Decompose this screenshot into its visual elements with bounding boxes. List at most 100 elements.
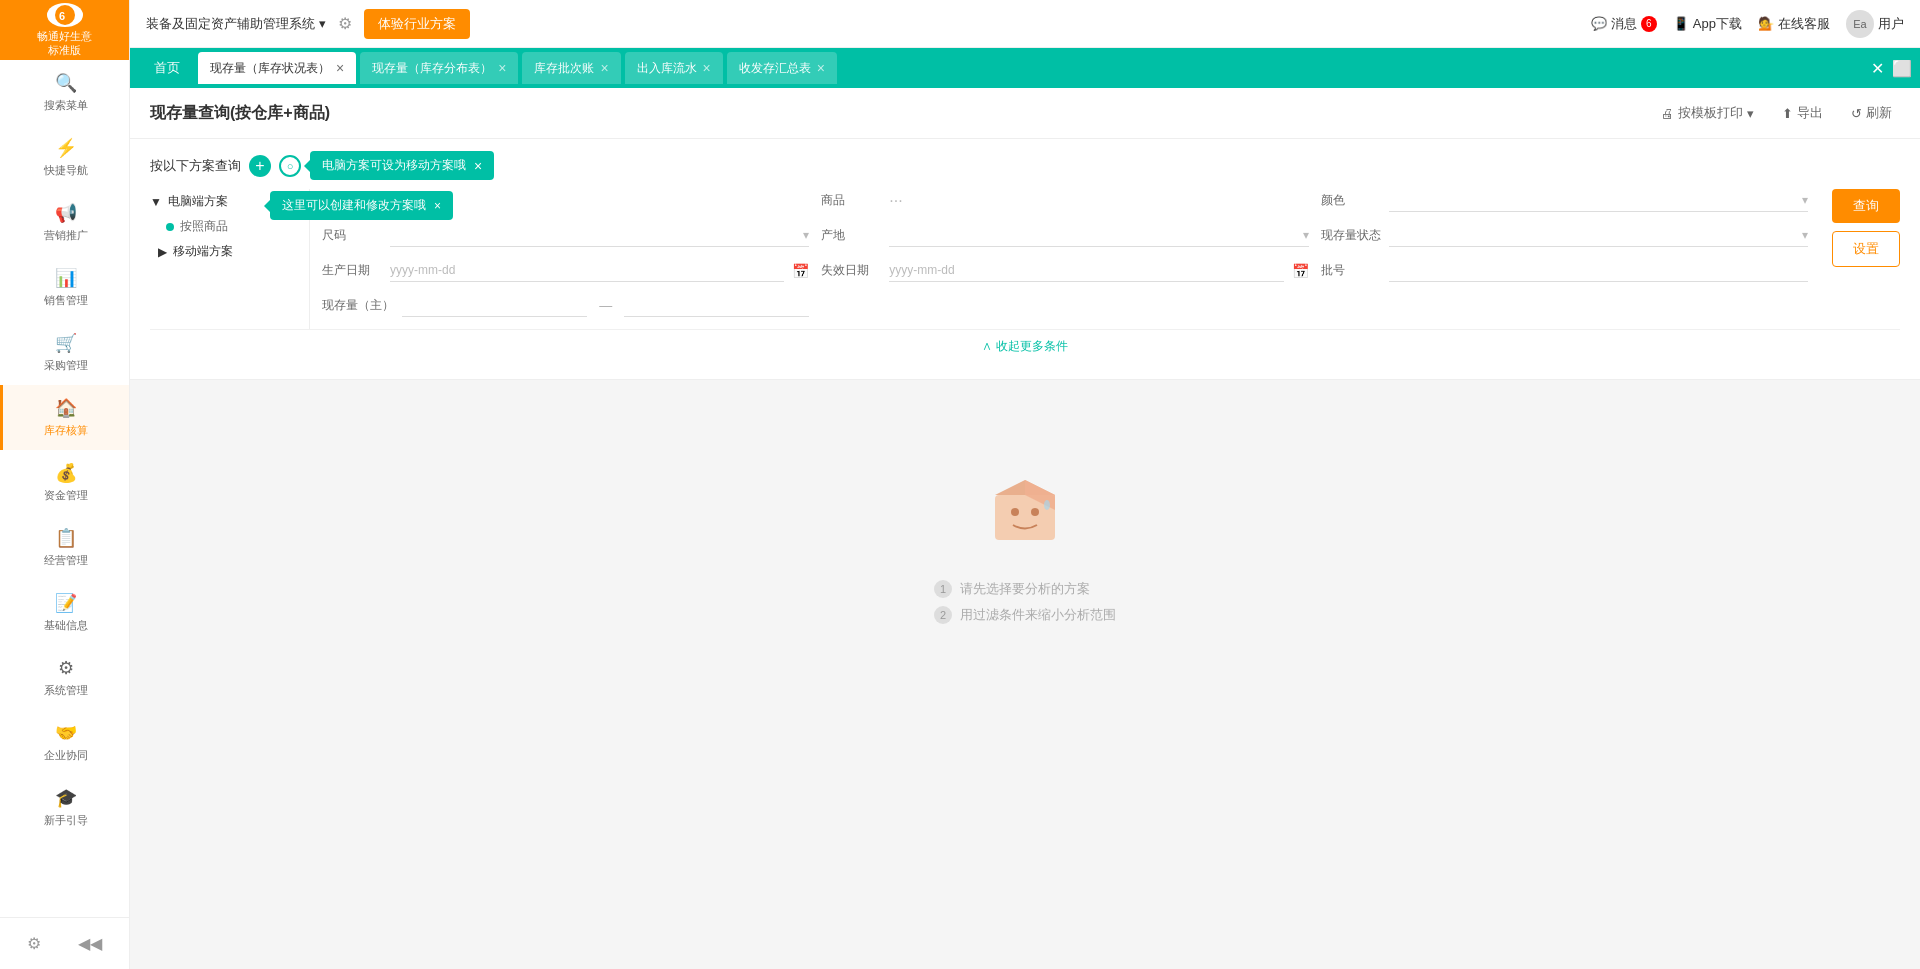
sales-icon: 📊 — [55, 267, 77, 289]
field-stock-qty: 现存量（主） — — [322, 294, 809, 317]
field-stock-qty-label: 现存量（主） — [322, 297, 394, 314]
print-btn[interactable]: 🖨 按模板打印 ▾ — [1653, 100, 1762, 126]
field-stock-status-select[interactable]: ▾ — [1389, 224, 1808, 247]
sidebar-item-basic[interactable]: 📝 基础信息 — [0, 580, 129, 645]
sidebar-item-sales[interactable]: 📊 销售管理 — [0, 255, 129, 320]
scheme-tooltip-1: 电脑方案可设为移动方案哦 × — [310, 151, 494, 180]
sidebar-settings-btn[interactable]: ⚙ — [23, 930, 45, 957]
tooltip2-close[interactable]: × — [434, 199, 441, 213]
field-prod-date-start[interactable] — [390, 259, 784, 282]
sidebar-item-search[interactable]: 🔍 搜索菜单 — [0, 60, 129, 125]
message-icon: 💬 — [1591, 16, 1607, 31]
page-title: 现存量查询(按仓库+商品) — [150, 103, 330, 124]
sidebar-item-system[interactable]: ⚙ 系统管理 — [0, 645, 129, 710]
empty-step-1-text: 请先选择要分析的方案 — [960, 580, 1090, 598]
sidebar-collapse-btn[interactable]: ◀◀ — [74, 930, 106, 957]
trial-button[interactable]: 体验行业方案 — [364, 9, 470, 39]
field-origin-select[interactable]: ▾ — [889, 224, 1308, 247]
field-stock-status: 现存量状态 ▾ — [1321, 224, 1808, 247]
tab-summary-close[interactable]: × — [817, 60, 825, 76]
field-batch-input[interactable] — [1389, 259, 1808, 282]
tab-inventory-dist[interactable]: 现存量（库存分布表） × — [360, 52, 518, 84]
tab-inventory-status[interactable]: 现存量（库存状况表） × — [198, 52, 356, 84]
header-right: 💬 消息 6 📱 App下载 💁 在线客服 Ea 用户 — [1591, 10, 1904, 38]
sidebar-item-guide[interactable]: 🎓 新手引导 — [0, 775, 129, 840]
online-service-label: 在线客服 — [1778, 15, 1830, 33]
tab-inout-close[interactable]: × — [703, 60, 711, 76]
tab-home[interactable]: 首页 — [138, 48, 196, 88]
refresh-label: 刷新 — [1866, 104, 1892, 122]
tab-maximize-icon[interactable]: ⬜ — [1892, 59, 1912, 78]
field-size-arrow: ▾ — [803, 228, 809, 242]
svg-point-6 — [1031, 508, 1039, 516]
sidebar-item-inventory[interactable]: 🏠 库存核算 — [0, 385, 129, 450]
field-size-select[interactable]: ▾ — [390, 224, 809, 247]
query-button[interactable]: 查询 — [1832, 189, 1900, 223]
sidebar-item-search-label: 搜索菜单 — [44, 98, 88, 113]
header-settings-icon[interactable]: ⚙ — [338, 14, 352, 33]
filter-row-3: 生产日期 📅 失效日期 📅 批号 — [322, 259, 1808, 282]
sidebar-item-marketing[interactable]: 📢 营销推广 — [0, 190, 129, 255]
field-batch-label: 批号 — [1321, 262, 1381, 279]
page-header: 现存量查询(按仓库+商品) 🖨 按模板打印 ▾ ⬆ 导出 ↺ 刷新 — [130, 88, 1920, 139]
sidebar-item-quicknav-label: 快捷导航 — [44, 163, 88, 178]
set-button[interactable]: 设置 — [1832, 231, 1900, 267]
sidebar-item-finance[interactable]: 💰 资金管理 — [0, 450, 129, 515]
tab-batch-close[interactable]: × — [600, 60, 608, 76]
basic-icon: 📝 — [55, 592, 77, 614]
filter-add-btn[interactable]: + — [249, 155, 271, 177]
quicknav-icon: ⚡ — [55, 137, 77, 159]
field-goods-dots[interactable]: ··· — [889, 192, 902, 210]
tooltip2-text: 这里可以创建和修改方案哦 — [282, 197, 426, 214]
sidebar-item-enterprise[interactable]: 🤝 企业协同 — [0, 710, 129, 775]
header-left: 装备及固定资产辅助管理系统 ▾ ⚙ 体验行业方案 — [146, 9, 470, 39]
main-area: 装备及固定资产辅助管理系统 ▾ ⚙ 体验行业方案 💬 消息 6 📱 App下载 … — [130, 0, 1920, 969]
tab-batch-account[interactable]: 库存批次账 × — [522, 52, 620, 84]
sidebar-item-purchase[interactable]: 🛒 采购管理 — [0, 320, 129, 385]
purchase-icon: 🛒 — [55, 332, 77, 354]
refresh-btn[interactable]: ↺ 刷新 — [1843, 100, 1900, 126]
field-expire-date-start[interactable] — [889, 259, 1283, 282]
user-item[interactable]: Ea 用户 — [1846, 10, 1904, 38]
tab-inout-flow-label: 出入库流水 — [637, 60, 697, 77]
tab-inventory-status-close[interactable]: × — [336, 60, 344, 76]
tab-inventory-dist-close[interactable]: × — [498, 60, 506, 76]
collapse-bar[interactable]: ∧ 收起更多条件 — [150, 329, 1900, 363]
filter-fields-area: 仓库 ··· 商品 ··· 颜色 ▾ — [322, 189, 1900, 329]
field-stock-qty-end[interactable] — [624, 294, 809, 317]
filter-area: 按以下方案查询 + ○ « 电脑方案可设为移动方案哦 × 这里可以创建和修改方案… — [130, 139, 1920, 380]
field-stock-status-arrow: ▾ — [1802, 228, 1808, 242]
scheme-item-mobile-arrow: ▶ — [158, 245, 167, 259]
print-dropdown-icon: ▾ — [1747, 106, 1754, 121]
calendar-icon-2[interactable]: 📅 — [1292, 263, 1309, 279]
step-num-2: 2 — [934, 606, 952, 624]
sidebar-nav: 🔍 搜索菜单 ⚡ 快捷导航 📢 营销推广 📊 销售管理 🛒 采购管理 🏠 库存核… — [0, 60, 129, 917]
dot-active — [166, 220, 174, 234]
tooltip1-close[interactable]: × — [474, 158, 482, 174]
message-item[interactable]: 💬 消息 6 — [1591, 15, 1657, 33]
system-title-dropdown[interactable]: 装备及固定资产辅助管理系统 ▾ — [146, 15, 326, 33]
service-icon: 💁 — [1758, 16, 1774, 31]
svg-point-5 — [1011, 508, 1019, 516]
tab-close-all-icon[interactable]: ✕ — [1871, 59, 1884, 78]
tab-summary[interactable]: 收发存汇总表 × — [727, 52, 837, 84]
sidebar-item-operations[interactable]: 📋 经营管理 — [0, 515, 129, 580]
empty-state: 1 请先选择要分析的方案 2 用过滤条件来缩小分析范围 — [130, 380, 1920, 712]
app-download-item[interactable]: 📱 App下载 — [1673, 15, 1742, 33]
export-label: 导出 — [1797, 104, 1823, 122]
calendar-icon-1[interactable]: 📅 — [792, 263, 809, 279]
logo-text: 畅通好生意 标准版 — [37, 29, 92, 58]
export-btn[interactable]: ⬆ 导出 — [1774, 100, 1831, 126]
field-stock-qty-start[interactable] — [402, 294, 587, 317]
tab-inout-flow[interactable]: 出入库流水 × — [625, 52, 723, 84]
filter-label: 按以下方案查询 — [150, 157, 241, 175]
online-service-item[interactable]: 💁 在线客服 — [1758, 15, 1830, 33]
guide-icon: 🎓 — [55, 787, 77, 809]
filter-circle-btn[interactable]: ○ — [279, 155, 301, 177]
scheme-item-mobile[interactable]: ▶ 移动端方案 — [150, 239, 297, 264]
field-color-select[interactable]: ▾ — [1389, 189, 1808, 212]
field-size: 尺码 ▾ — [322, 224, 809, 247]
export-icon: ⬆ — [1782, 106, 1793, 121]
sidebar-item-quicknav[interactable]: ⚡ 快捷导航 — [0, 125, 129, 190]
enterprise-icon: 🤝 — [55, 722, 77, 744]
